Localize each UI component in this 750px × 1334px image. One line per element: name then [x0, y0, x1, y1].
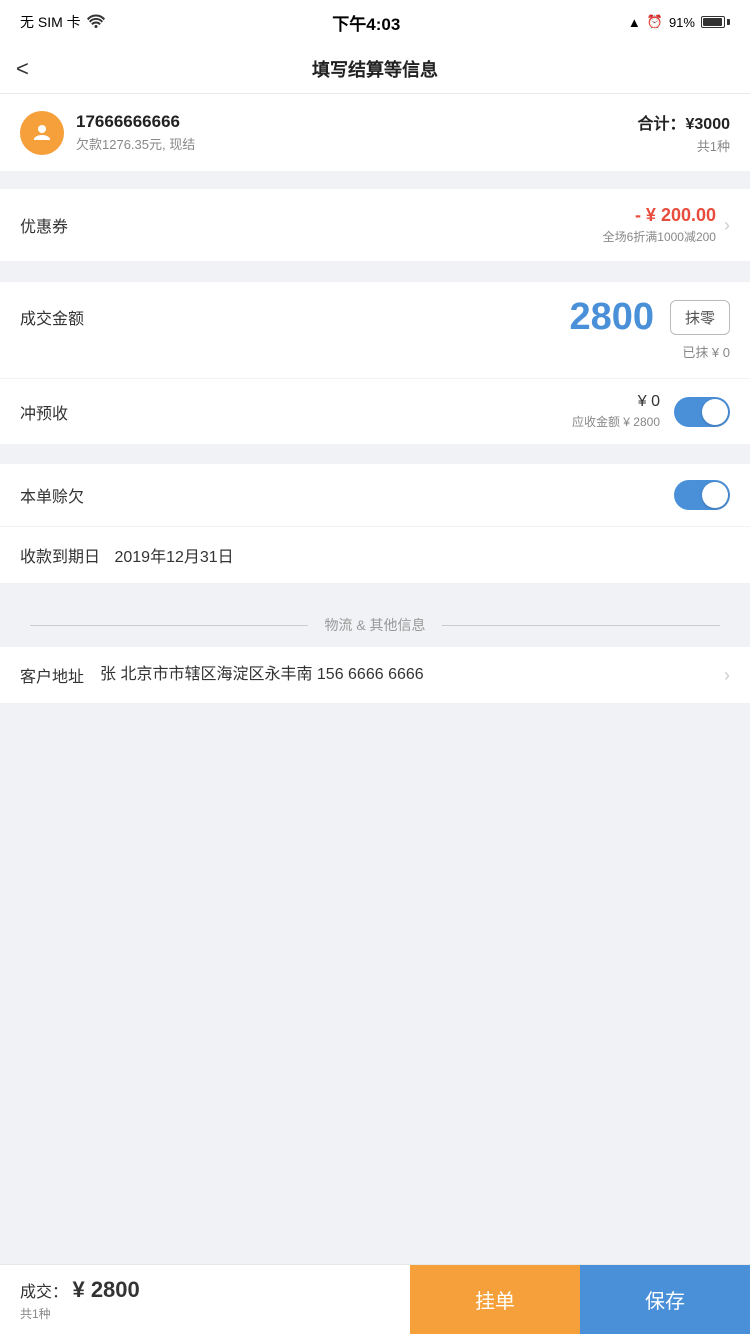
total-label: 合计： [637, 116, 685, 133]
avatar [20, 111, 64, 155]
coupon-chevron: › [724, 215, 730, 236]
total-amount: ¥3000 [686, 116, 731, 133]
user-total: 合计：¥3000 共1种 [637, 110, 730, 155]
bottom-deal-prefix: 成交： [20, 1284, 68, 1301]
coupon-desc: 全场6折满1000减200 [603, 228, 716, 245]
divider-line-left [30, 625, 308, 626]
deal-amount-value: 2800 [569, 298, 654, 336]
user-phone: 17666666666 [76, 112, 195, 132]
deal-amount-section: 成交金额 2800 抹零 已抹 ¥ 0 [0, 282, 750, 378]
due-date-value: 2019年12月31日 [114, 549, 233, 566]
bad-debt-label: 本单赊欠 [20, 483, 84, 507]
deal-amount-row: 2800 抹零 [569, 298, 730, 336]
prepay-sub: 应收金额 ¥ 2800 [572, 413, 660, 430]
logistics-divider-line: 物流 & 其他信息 [0, 615, 750, 635]
divider-line-right [442, 625, 720, 626]
user-card: 17666666666 欠款1276.35元, 现结 合计：¥3000 共1种 [0, 94, 750, 171]
bad-debt-toggle[interactable] [674, 480, 730, 510]
user-total-count: 共1种 [637, 136, 730, 155]
status-bar: 无 SIM 卡 下午4:03 ▲ ⏰ 91% [0, 0, 750, 44]
logistics-label: 物流 & 其他信息 [324, 615, 425, 635]
user-text: 17666666666 欠款1276.35元, 现结 [76, 112, 195, 153]
prepay-toggle[interactable] [674, 397, 730, 427]
user-info: 17666666666 欠款1276.35元, 现结 [20, 111, 195, 155]
status-time: 下午4:03 [332, 10, 400, 35]
coupon-right: - ¥ 200.00 全场6折满1000减200 › [603, 205, 730, 245]
logistics-divider: 物流 & 其他信息 [0, 603, 750, 647]
bottom-deal-amount: ¥ 2800 [72, 1277, 139, 1302]
deal-label: 成交金额 [20, 305, 84, 329]
coupon-label: 优惠券 [20, 213, 68, 237]
location-icon: ▲ [628, 15, 641, 30]
clock-icon: ⏰ [647, 14, 663, 30]
prepay-amount: ¥ 0 [572, 393, 660, 411]
page-title: 填写结算等信息 [312, 56, 438, 82]
round-zero-button[interactable]: 抹零 [670, 300, 730, 335]
section-divider-2 [0, 262, 750, 272]
user-sub-text: 欠款1276.35元, 现结 [76, 134, 195, 153]
prepay-values: ¥ 0 应收金额 ¥ 2800 [572, 393, 660, 430]
battery-percent: 91% [669, 15, 695, 30]
coupon-section[interactable]: 优惠券 - ¥ 200.00 全场6折满1000减200 › [0, 189, 750, 262]
hang-order-button[interactable]: 挂单 [410, 1265, 580, 1334]
address-section[interactable]: 客户地址 张 北京市市辖区海淀区永丰南 156 6666 6666 › [0, 647, 750, 703]
empty-space [0, 703, 750, 903]
back-button[interactable]: < [16, 56, 29, 82]
page-header: < 填写结算等信息 [0, 44, 750, 94]
battery-icon [701, 16, 730, 28]
prepay-section: 冲预收 ¥ 0 应收金额 ¥ 2800 [0, 378, 750, 444]
due-date-label: 收款到期日 [20, 549, 100, 566]
bottom-deal-row: 成交： ¥ 2800 [20, 1277, 390, 1303]
bad-debt-section: 本单赊欠 [0, 464, 750, 526]
bottom-count-label: 共1种 [20, 1305, 390, 1322]
status-right: ▲ ⏰ 91% [628, 14, 730, 30]
coupon-values: - ¥ 200.00 全场6折满1000减200 [603, 205, 716, 245]
section-divider-4 [0, 583, 750, 593]
wifi-icon [87, 14, 105, 31]
address-chevron: › [724, 665, 730, 686]
user-total-amount: 合计：¥3000 [637, 110, 730, 134]
address-content: 张 北京市市辖区海淀区永丰南 156 6666 6666 [100, 663, 714, 687]
bottom-info: 成交： ¥ 2800 共1种 [0, 1277, 410, 1322]
deal-sub-text: 已抹 ¥ 0 [682, 345, 730, 360]
prepay-label: 冲预收 [20, 400, 68, 424]
due-date-section: 收款到期日 2019年12月31日 [0, 526, 750, 583]
carrier-label: 无 SIM 卡 [20, 12, 81, 32]
status-left: 无 SIM 卡 [20, 12, 105, 32]
address-label: 客户地址 [20, 663, 90, 687]
deal-row: 成交金额 2800 抹零 [20, 298, 730, 336]
section-divider-1 [0, 179, 750, 189]
section-divider-3 [0, 444, 750, 454]
save-button[interactable]: 保存 [580, 1265, 750, 1334]
prepay-right: ¥ 0 应收金额 ¥ 2800 [572, 393, 730, 430]
bottom-bar: 成交： ¥ 2800 共1种 挂单 保存 [0, 1264, 750, 1334]
coupon-amount: - ¥ 200.00 [603, 205, 716, 226]
